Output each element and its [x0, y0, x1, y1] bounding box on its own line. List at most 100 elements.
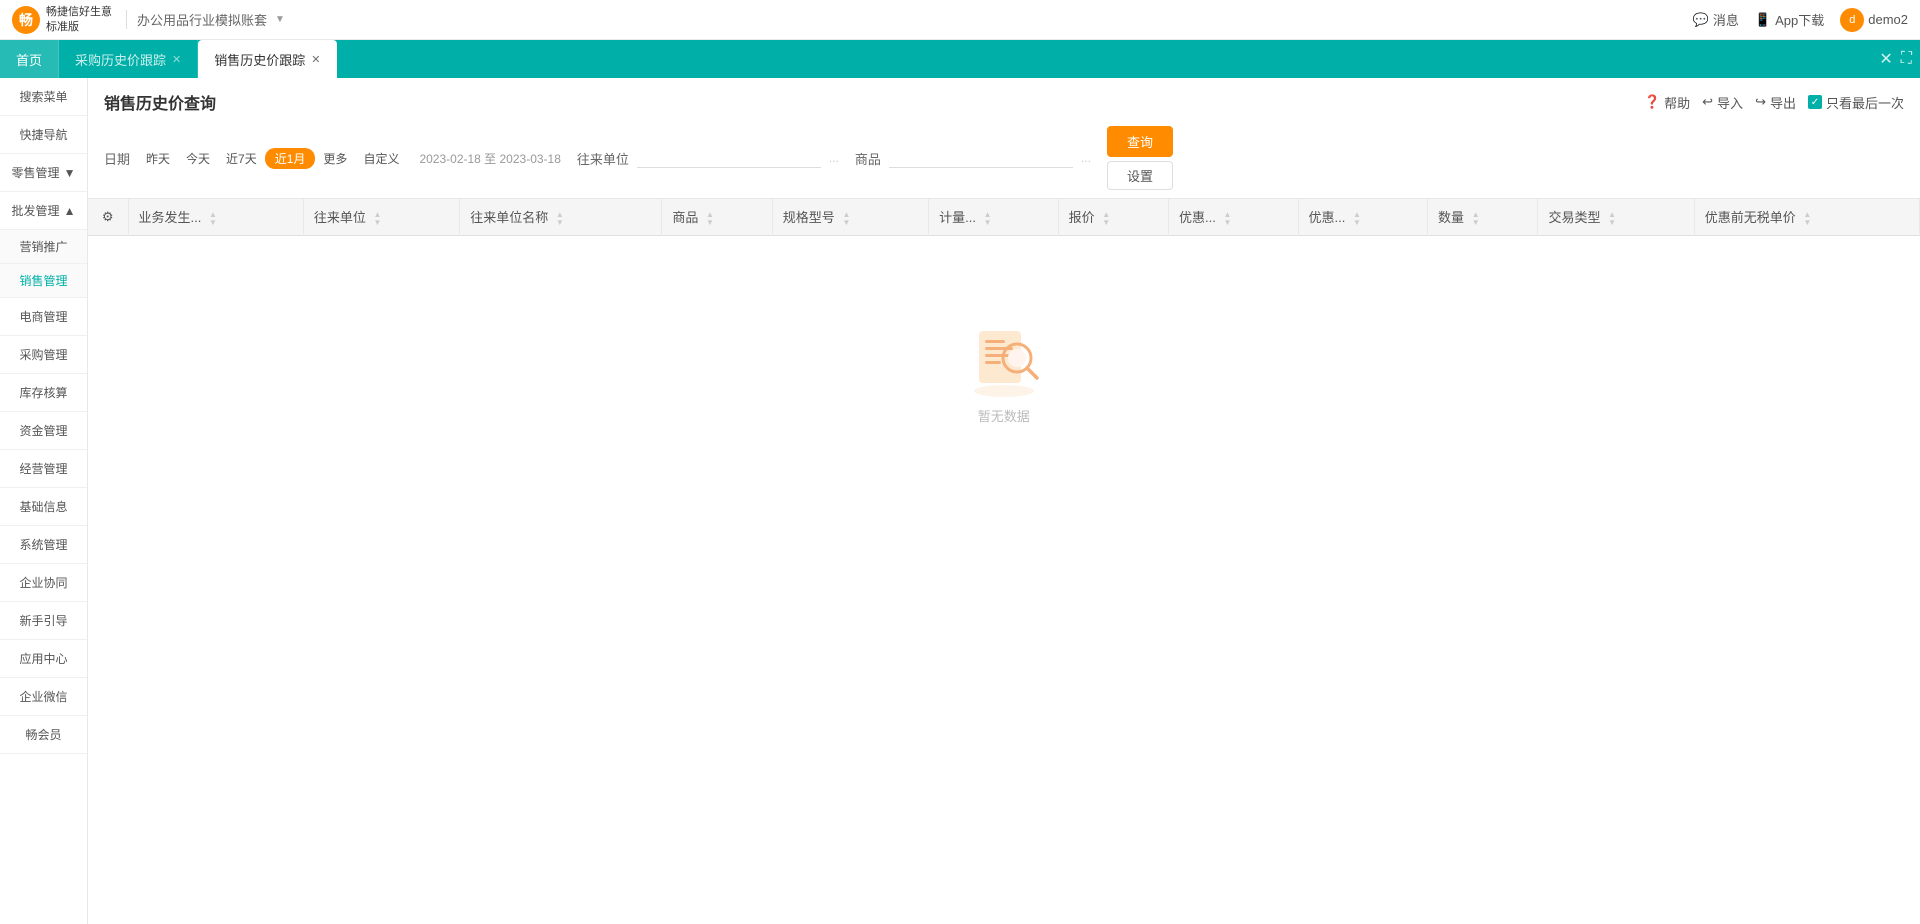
date-custom-btn[interactable]: 自定义: [355, 148, 407, 169]
shortcut-label: 快捷导航: [19, 126, 67, 143]
sidebar-item-wechat[interactable]: 企业微信: [0, 678, 87, 716]
table-header: ⚙ 业务发生... ▲▼ 往来单位 ▲▼ 往来单位名称 ▲▼: [88, 199, 1920, 235]
tab-sales-history[interactable]: 销售历史价跟踪 ✕: [198, 40, 337, 78]
filter-row: 日期 昨天 今天 近7天 近1月 更多 自定义 2023-02-18 至 202…: [104, 126, 1904, 190]
sidebar-item-wholesale[interactable]: 批发管理 ▲: [0, 192, 87, 230]
app-download-button[interactable]: 📱 App下载: [1755, 10, 1824, 29]
tabbar-actions: ✕ ⛶: [1879, 40, 1920, 78]
date-filter-buttons: 昨天 今天 近7天 近1月 更多 自定义: [138, 148, 407, 169]
page-title: 销售历史价查询: [104, 90, 216, 114]
help-icon: ❓: [1644, 94, 1660, 110]
sidebar-item-marketing[interactable]: 营销推广: [0, 230, 87, 264]
partner-filter-dots[interactable]: ...: [829, 151, 839, 165]
sidebar-item-enterprise[interactable]: 企业协同: [0, 564, 87, 602]
date-yesterday-btn[interactable]: 昨天: [138, 148, 178, 169]
tabbar: 首页 采购历史价跟踪 ✕ 销售历史价跟踪 ✕ ✕ ⛶: [0, 40, 1920, 78]
th-unit[interactable]: 计量... ▲▼: [929, 199, 1059, 235]
only-last-checkbox[interactable]: [1808, 95, 1822, 109]
page-header: 销售历史价查询 ❓ 帮助 ↩ 导入 ↪ 导出: [88, 78, 1920, 199]
th-discount1[interactable]: 优惠... ▲▼: [1169, 199, 1299, 235]
sidebar-item-guide[interactable]: 新手引导: [0, 602, 87, 640]
sort-arrows-partner-name: ▲▼: [556, 211, 564, 227]
th-quantity[interactable]: 数量 ▲▼: [1428, 199, 1538, 235]
logo-icon: 畅: [12, 6, 40, 34]
th-partner-name[interactable]: 往来单位名称 ▲▼: [460, 199, 662, 235]
data-table: ⚙ 业务发生... ▲▼ 往来单位 ▲▼ 往来单位名称 ▲▼: [88, 199, 1920, 505]
sidebar-item-operation[interactable]: 经营管理: [0, 450, 87, 488]
sidebar-item-sales-mgmt[interactable]: 销售管理: [0, 264, 87, 298]
sort-arrows-pretax: ▲▼: [1803, 211, 1811, 227]
th-goods[interactable]: 商品 ▲▼: [662, 199, 772, 235]
export-button[interactable]: ↪ 导出: [1755, 93, 1796, 112]
sidebar-item-app-center[interactable]: 应用中心: [0, 640, 87, 678]
table-body: 暂无数据: [88, 235, 1920, 505]
sidebar-item-retail[interactable]: 零售管理 ▼: [0, 154, 87, 192]
date-more-btn[interactable]: 更多: [315, 148, 355, 169]
empty-state-text: 暂无数据: [978, 406, 1030, 425]
logo-area: 畅 畅捷信好生意 标准版: [12, 5, 112, 34]
sort-arrows-spec: ▲▼: [842, 211, 850, 227]
wholesale-arrow-icon: ▲: [64, 204, 76, 218]
partner-filter-input[interactable]: [637, 148, 821, 168]
sort-arrows-discount1: ▲▼: [1223, 211, 1231, 227]
th-quote[interactable]: 报价 ▲▼: [1058, 199, 1168, 235]
sidebar-item-inventory[interactable]: 库存核算: [0, 374, 87, 412]
date-1month-btn[interactable]: 近1月: [265, 148, 316, 169]
sidebar-item-shortcut[interactable]: 快捷导航: [0, 116, 87, 154]
goods-filter-label: 商品: [855, 149, 881, 168]
sidebar-item-finance[interactable]: 资金管理: [0, 412, 87, 450]
partner-filter-label: 往来单位: [577, 149, 629, 168]
tab-home[interactable]: 首页: [0, 40, 59, 78]
export-icon: ↪: [1755, 94, 1766, 110]
sidebar-item-purchase[interactable]: 采购管理: [0, 336, 87, 374]
settings-button[interactable]: 设置: [1107, 161, 1173, 190]
date-7days-btn[interactable]: 近7天: [218, 148, 265, 169]
sort-arrows-trade-type: ▲▼: [1608, 211, 1616, 227]
sidebar-item-system[interactable]: 系统管理: [0, 526, 87, 564]
empty-state-cell: 暂无数据: [88, 235, 1920, 505]
only-last-checkbox-area[interactable]: 只看最后一次: [1808, 93, 1904, 112]
page-title-row: 销售历史价查询 ❓ 帮助 ↩ 导入 ↪ 导出: [104, 90, 1904, 114]
avatar: d: [1840, 8, 1864, 32]
download-icon: 📱: [1755, 12, 1771, 28]
sort-arrows-discount2: ▲▼: [1353, 211, 1361, 227]
close-all-tabs-button[interactable]: ✕: [1879, 49, 1892, 69]
sidebar-item-ecommerce[interactable]: 电商管理: [0, 298, 87, 336]
sort-arrows-goods: ▲▼: [706, 211, 714, 227]
goods-filter-input[interactable]: [889, 148, 1073, 168]
maximize-button[interactable]: ⛶: [1901, 50, 1912, 68]
help-button[interactable]: ❓ 帮助: [1644, 93, 1690, 112]
sidebar-item-basic[interactable]: 基础信息: [0, 488, 87, 526]
purchase-history-tab-label: 采购历史价跟踪: [75, 50, 166, 69]
home-tab-label: 首页: [16, 50, 42, 69]
import-button[interactable]: ↩ 导入: [1702, 93, 1743, 112]
query-button[interactable]: 查询: [1107, 126, 1173, 157]
gear-icon: ⚙: [102, 209, 114, 224]
message-button[interactable]: 💬 消息: [1693, 10, 1739, 29]
th-biz-date[interactable]: 业务发生... ▲▼: [128, 199, 303, 235]
th-trade-type[interactable]: 交易类型 ▲▼: [1538, 199, 1694, 235]
th-partner-code[interactable]: 往来单位 ▲▼: [303, 199, 459, 235]
content-area: 销售历史价查询 ❓ 帮助 ↩ 导入 ↪ 导出: [88, 78, 1920, 924]
tab-purchase-history[interactable]: 采购历史价跟踪 ✕: [59, 40, 198, 78]
user-avatar-button[interactable]: d demo2: [1840, 8, 1908, 32]
goods-filter-dots[interactable]: ...: [1081, 151, 1091, 165]
empty-state: 暂无数据: [88, 236, 1920, 505]
sort-arrows-unit: ▲▼: [984, 211, 992, 227]
purchase-history-tab-close[interactable]: ✕: [172, 53, 181, 66]
sidebar-item-search[interactable]: 搜索菜单: [0, 78, 87, 116]
empty-state-row: 暂无数据: [88, 235, 1920, 505]
table-wrapper: ⚙ 业务发生... ▲▼ 往来单位 ▲▼ 往来单位名称 ▲▼: [88, 199, 1920, 924]
date-today-btn[interactable]: 今天: [178, 148, 218, 169]
partner-filter-group: 往来单位 ...: [577, 148, 839, 168]
sales-history-tab-close[interactable]: ✕: [311, 53, 320, 66]
search-label: 搜索菜单: [19, 88, 67, 105]
th-discount2[interactable]: 优惠... ▲▼: [1298, 199, 1428, 235]
th-settings[interactable]: ⚙: [88, 199, 128, 235]
th-spec[interactable]: 规格型号 ▲▼: [772, 199, 928, 235]
topbar: 畅 畅捷信好生意 标准版 办公用品行业模拟账套 ▼ 💬 消息 📱 App下载 d…: [0, 0, 1920, 40]
page-actions: ❓ 帮助 ↩ 导入 ↪ 导出 只看最后一次: [1644, 93, 1904, 112]
th-pretax-price[interactable]: 优惠前无税单价 ▲▼: [1694, 199, 1919, 235]
sidebar-item-member[interactable]: 畅会员: [0, 716, 87, 754]
app-dropdown-icon[interactable]: ▼: [275, 14, 285, 25]
